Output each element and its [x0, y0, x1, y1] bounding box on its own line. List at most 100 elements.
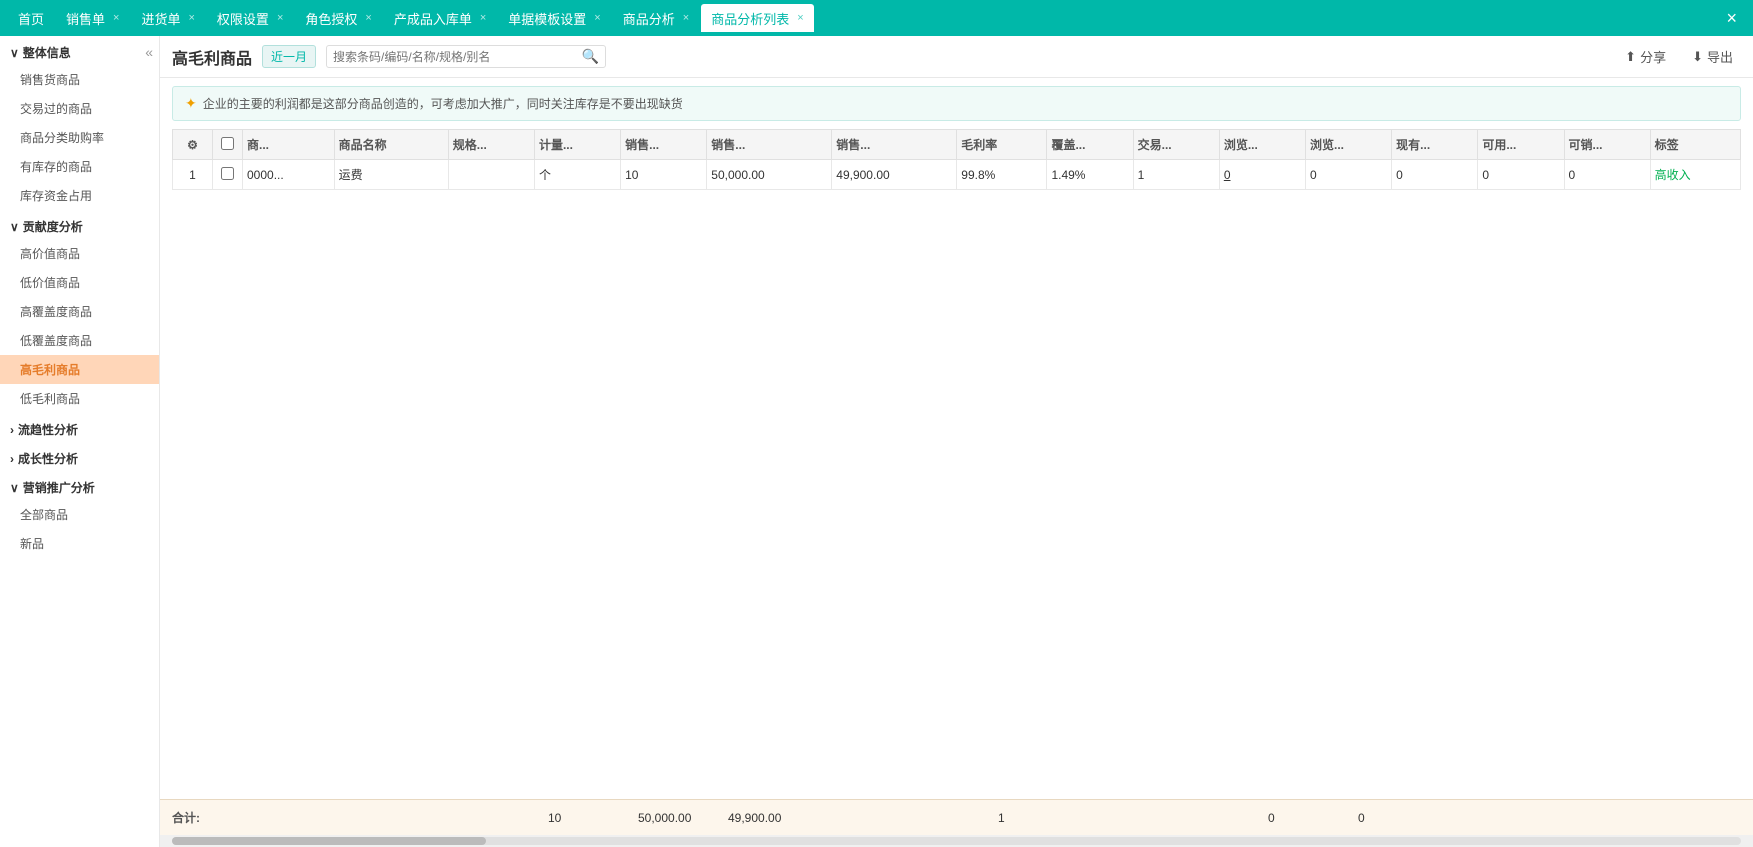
cell-transaction: 1 [1133, 160, 1219, 190]
sidebar-group-growth[interactable]: › 成长性分析 [0, 442, 159, 471]
sidebar-group-marketing[interactable]: ∨ 营销推广分析 [0, 471, 159, 500]
search-input[interactable] [333, 50, 578, 64]
search-icon[interactable]: 🔍 [582, 48, 599, 65]
cell-code[interactable]: 0000... [243, 160, 335, 190]
sidebar: « ∨ 整体信息 销售货商品 交易过的商品 商品分类助购率 有库存的商品 库存资… [0, 36, 160, 847]
col-header-browse2: 浏览... [1305, 130, 1391, 160]
table-row: 1 0000... 运费 个 10 50,000.00 49,900.00 99… [173, 160, 1741, 190]
col-header-sale-qty: 销售... [621, 130, 707, 160]
tab-product-analysis-list[interactable]: 商品分析列表 × [701, 4, 813, 32]
cell-sale-cost: 49,900.00 [832, 160, 957, 190]
col-header-transaction: 交易... [1133, 130, 1219, 160]
footer-sale-cost: 49,900.00 [720, 807, 800, 829]
close-icon[interactable]: × [797, 12, 803, 24]
col-header-check [213, 130, 243, 160]
col-header-spec: 规格... [448, 130, 534, 160]
chevron-right-icon: › [10, 423, 14, 437]
sidebar-item-low-margin[interactable]: 低毛利商品 [0, 384, 159, 413]
col-header-code: 商... [243, 130, 335, 160]
tab-sales-order[interactable]: 销售单 × [56, 4, 129, 32]
sidebar-group-contribution[interactable]: ∨ 贡献度分析 [0, 210, 159, 239]
period-button[interactable]: 近一月 [262, 45, 316, 68]
search-box: 🔍 [326, 45, 606, 68]
sidebar-item-stock-goods[interactable]: 有库存的商品 [0, 152, 159, 181]
close-icon[interactable]: × [480, 12, 486, 24]
footer-label: 合计: [172, 809, 200, 826]
col-header-saleable: 可销... [1564, 130, 1650, 160]
col-header-seq: ⚙ [173, 130, 213, 160]
sidebar-item-traded-goods[interactable]: 交易过的商品 [0, 94, 159, 123]
footer-current: 0 [1260, 807, 1340, 829]
sidebar-item-high-coverage[interactable]: 高覆盖度商品 [0, 297, 159, 326]
tab-permission[interactable]: 权限设置 × [207, 4, 293, 32]
main-layout: « ∨ 整体信息 销售货商品 交易过的商品 商品分类助购率 有库存的商品 库存资… [0, 36, 1753, 847]
horizontal-scrollbar[interactable] [160, 835, 1753, 847]
cell-browse1[interactable]: 0 [1219, 160, 1305, 190]
chevron-down-icon: ∨ [10, 481, 19, 495]
sidebar-item-sales-goods[interactable]: 销售货商品 [0, 65, 159, 94]
close-icon[interactable]: × [365, 12, 371, 24]
settings-icon[interactable]: ⚙ [187, 138, 198, 152]
tab-home[interactable]: 首页 [8, 4, 54, 32]
col-header-browse1: 浏览... [1219, 130, 1305, 160]
sidebar-item-stock-capital[interactable]: 库存资金占用 [0, 181, 159, 210]
table-container: ⚙ 商... 商品名称 规格... 计量... 销售... 销售... 销售..… [160, 129, 1753, 799]
footer-browse1 [1080, 814, 1160, 822]
cell-sale-qty: 10 [621, 160, 707, 190]
sidebar-item-high-value[interactable]: 高价值商品 [0, 239, 159, 268]
share-icon: ⬆ [1625, 49, 1636, 65]
content-area: 高毛利商品 近一月 🔍 ⬆ 分享 ⬇ 导出 ✦ 企业的主要的利润都是这部分商品创… [160, 36, 1753, 847]
footer-coverage [900, 814, 980, 822]
select-all-checkbox[interactable] [221, 137, 234, 150]
cell-current: 0 [1392, 160, 1478, 190]
tab-product-in[interactable]: 产成品入库单 × [384, 4, 496, 32]
close-icon[interactable]: × [594, 12, 600, 24]
footer-sale-qty: 10 [540, 807, 620, 829]
col-header-coverage: 覆盖... [1047, 130, 1133, 160]
cell-name: 运费 [334, 160, 448, 190]
tab-purchase[interactable]: 进货单 × [131, 4, 204, 32]
tab-product-analysis[interactable]: 商品分析 × [613, 4, 699, 32]
top-navigation: 首页 销售单 × 进货单 × 权限设置 × 角色授权 × 产成品入库单 × 单据… [0, 0, 1753, 36]
info-icon: ✦ [185, 95, 197, 112]
row-checkbox[interactable] [221, 167, 234, 180]
tab-role[interactable]: 角色授权 × [295, 4, 381, 32]
footer-gross-margin [810, 814, 890, 822]
cell-seq: 1 [173, 160, 213, 190]
cell-gross-margin: 99.8% [957, 160, 1047, 190]
window-close-button[interactable]: × [1718, 8, 1745, 29]
cell-sale-amount: 50,000.00 [707, 160, 832, 190]
close-icon[interactable]: × [113, 12, 119, 24]
export-button[interactable]: ⬇ 导出 [1684, 44, 1741, 69]
data-table: ⚙ 商... 商品名称 规格... 计量... 销售... 销售... 销售..… [172, 129, 1741, 190]
col-header-name: 商品名称 [334, 130, 448, 160]
footer-transaction: 1 [990, 807, 1070, 829]
sidebar-item-new-goods[interactable]: 新品 [0, 529, 159, 558]
cell-unit: 个 [534, 160, 620, 190]
tab-template[interactable]: 单据模板设置 × [498, 4, 610, 32]
share-button[interactable]: ⬆ 分享 [1617, 44, 1674, 69]
close-icon[interactable]: × [188, 12, 194, 24]
sidebar-item-category-assist[interactable]: 商品分类助购率 [0, 123, 159, 152]
chevron-right-icon: › [10, 452, 14, 466]
sidebar-item-low-value[interactable]: 低价值商品 [0, 268, 159, 297]
cell-saleable: 0 [1564, 160, 1650, 190]
col-header-unit: 计量... [534, 130, 620, 160]
cell-spec [448, 160, 534, 190]
col-header-sale-amount: 销售... [707, 130, 832, 160]
chevron-down-icon: ∨ [10, 46, 19, 60]
close-icon[interactable]: × [277, 12, 283, 24]
sidebar-group-overall[interactable]: ∨ 整体信息 [0, 36, 159, 65]
sidebar-item-all-goods[interactable]: 全部商品 [0, 500, 159, 529]
sidebar-item-low-coverage[interactable]: 低覆盖度商品 [0, 326, 159, 355]
cell-available: 0 [1478, 160, 1564, 190]
sidebar-group-trend[interactable]: › 流趋性分析 [0, 413, 159, 442]
col-header-gross-margin: 毛利率 [957, 130, 1047, 160]
export-icon: ⬇ [1692, 49, 1703, 65]
sidebar-collapse-button[interactable]: « [145, 44, 153, 60]
footer-sale-amount: 50,000.00 [630, 807, 710, 829]
close-icon[interactable]: × [683, 12, 689, 24]
sidebar-item-high-margin[interactable]: 高毛利商品 [0, 355, 159, 384]
page-title: 高毛利商品 [172, 45, 252, 69]
col-header-tag: 标签 [1650, 130, 1740, 160]
